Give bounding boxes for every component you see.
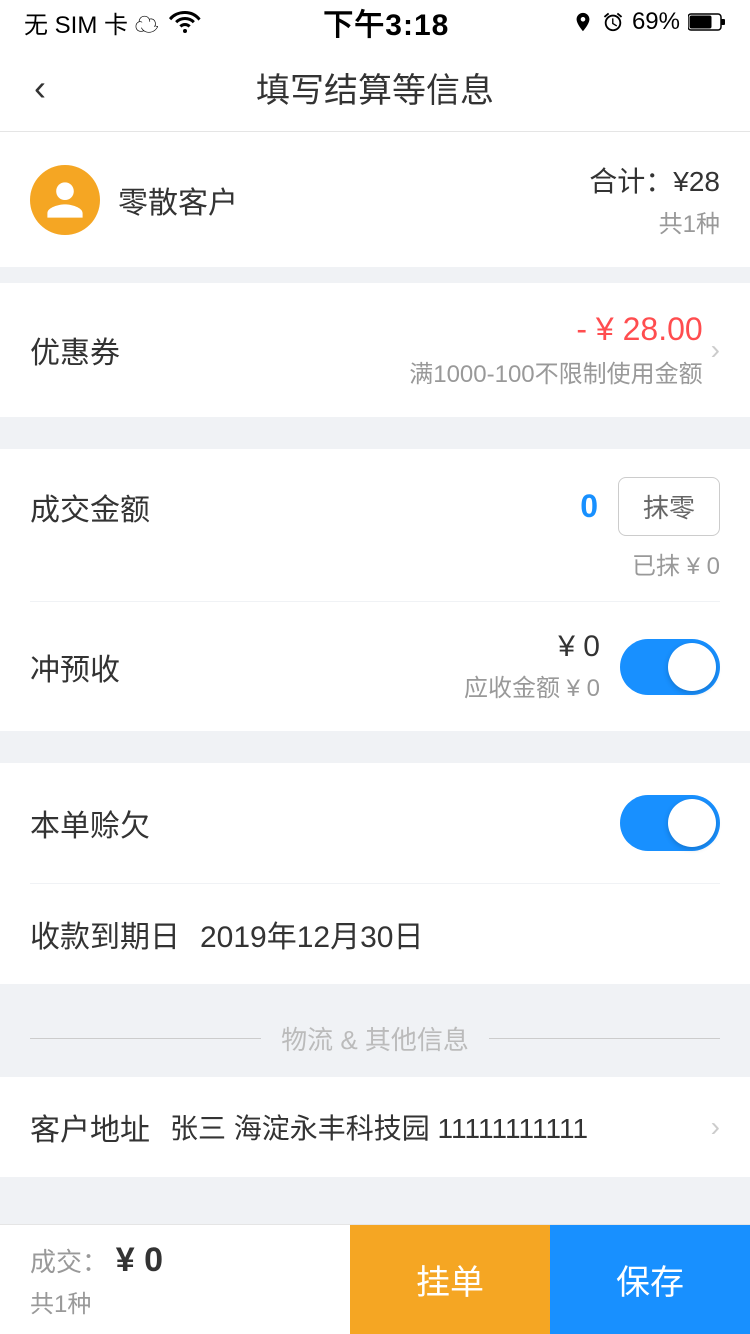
save-button[interactable]: 保存 [550,1225,750,1334]
charge-label: 冲预收 [30,645,120,689]
due-label: 收款到期日 [30,912,180,956]
customer-total: 合计：¥28 [589,160,720,200]
user-icon [43,178,87,222]
bottom-deal-amount: ¥ 0 [116,1241,163,1279]
hang-button[interactable]: 挂单 [350,1225,550,1334]
credit-toggle-knob [668,799,716,847]
coupon-row[interactable]: 优惠券 - ¥ 28.00 满1000-100不限制使用金额 › [0,283,750,417]
address-label: 客户地址 [30,1105,150,1149]
round-button[interactable]: 抹零 [618,477,720,536]
location-icon [572,11,594,33]
back-button[interactable]: ‹ [24,57,56,119]
nav-title: 填写结算等信息 [256,63,494,112]
bottom-bar: 成交： ¥ 0 共1种 挂单 保存 [0,1224,750,1334]
battery-level: 69% [632,8,680,36]
status-time: 下午3:18 [323,0,449,44]
charge-sub: 应收金额 ¥ 0 [464,668,600,703]
coupon-desc: 满1000-100不限制使用金额 [409,354,702,389]
due-row: 收款到期日 2019年12月30日 [0,884,750,984]
due-value: 2019年12月30日 [200,912,423,956]
charge-right: ¥ 0 应收金额 ¥ 0 [464,630,720,703]
amount-sub: 已抹 ¥ 0 [0,546,750,601]
status-left: 无 SIM 卡 ☁ [24,5,201,40]
bottom-deal-row: 成交： ¥ 0 [30,1241,320,1280]
amount-right: 0 抹零 [580,477,720,536]
toggle-knob [668,643,716,691]
sim-status: 无 SIM 卡 ☁ [24,5,159,40]
status-right: 69% [572,8,726,36]
section-divider-1 [0,433,750,449]
bottom-count: 共1种 [30,1284,320,1319]
customer-summary: 合计：¥28 共1种 [589,160,720,239]
bottom-info: 成交： ¥ 0 共1种 [0,1241,350,1319]
credit-toggle[interactable] [620,795,720,851]
coupon-info: - ¥ 28.00 满1000-100不限制使用金额 [409,311,702,389]
charge-toggle[interactable] [620,639,720,695]
charge-value: ¥ 0 [464,630,600,664]
customer-name: 零散客户 [118,178,238,222]
charge-row: 冲预收 ¥ 0 应收金额 ¥ 0 [0,602,750,731]
logistics-divider: 物流 & 其他信息 [0,1000,750,1077]
amount-value: 0 [580,488,598,525]
customer-section: 零散客户 合计：¥28 共1种 [0,132,750,267]
bottom-deal-label: 成交： [30,1247,108,1277]
amount-section: 成交金额 0 抹零 已抹 ¥ 0 冲预收 ¥ 0 应收金额 ¥ 0 [0,449,750,731]
address-section: 客户地址 张三 海淀永丰科技园 11111111111 › [0,1077,750,1177]
customer-left: 零散客户 [30,165,238,235]
amount-label: 成交金额 [30,485,150,529]
customer-row[interactable]: 零散客户 合计：¥28 共1种 [0,132,750,267]
credit-row: 本单赊欠 [0,763,750,883]
customer-count: 共1种 [589,204,720,239]
address-chevron-icon: › [711,1111,720,1143]
coupon-discount: - ¥ 28.00 [409,311,702,348]
coupon-right: - ¥ 28.00 满1000-100不限制使用金额 › [409,311,720,389]
amount-row: 成交金额 0 抹零 [0,449,750,546]
wifi-icon [169,11,201,33]
charge-amounts: ¥ 0 应收金额 ¥ 0 [464,630,600,703]
battery-icon [688,12,726,32]
nav-bar: ‹ 填写结算等信息 [0,44,750,132]
customer-avatar [30,165,100,235]
address-value: 张三 海淀永丰科技园 11111111111 [170,1107,691,1147]
credit-section: 本单赊欠 收款到期日 2019年12月30日 [0,763,750,984]
status-bar: 无 SIM 卡 ☁ 下午3:18 69% [0,0,750,44]
alarm-icon [602,11,624,33]
section-divider-2 [0,747,750,763]
credit-label: 本单赊欠 [30,801,150,845]
logistics-line-left [30,1038,261,1039]
logistics-label: 物流 & 其他信息 [281,1020,469,1057]
coupon-label: 优惠券 [30,328,120,372]
coupon-chevron-icon: › [711,334,720,366]
logistics-line-right [489,1038,720,1039]
coupon-section: 优惠券 - ¥ 28.00 满1000-100不限制使用金额 › [0,283,750,417]
address-row[interactable]: 客户地址 张三 海淀永丰科技园 11111111111 › [0,1077,750,1177]
